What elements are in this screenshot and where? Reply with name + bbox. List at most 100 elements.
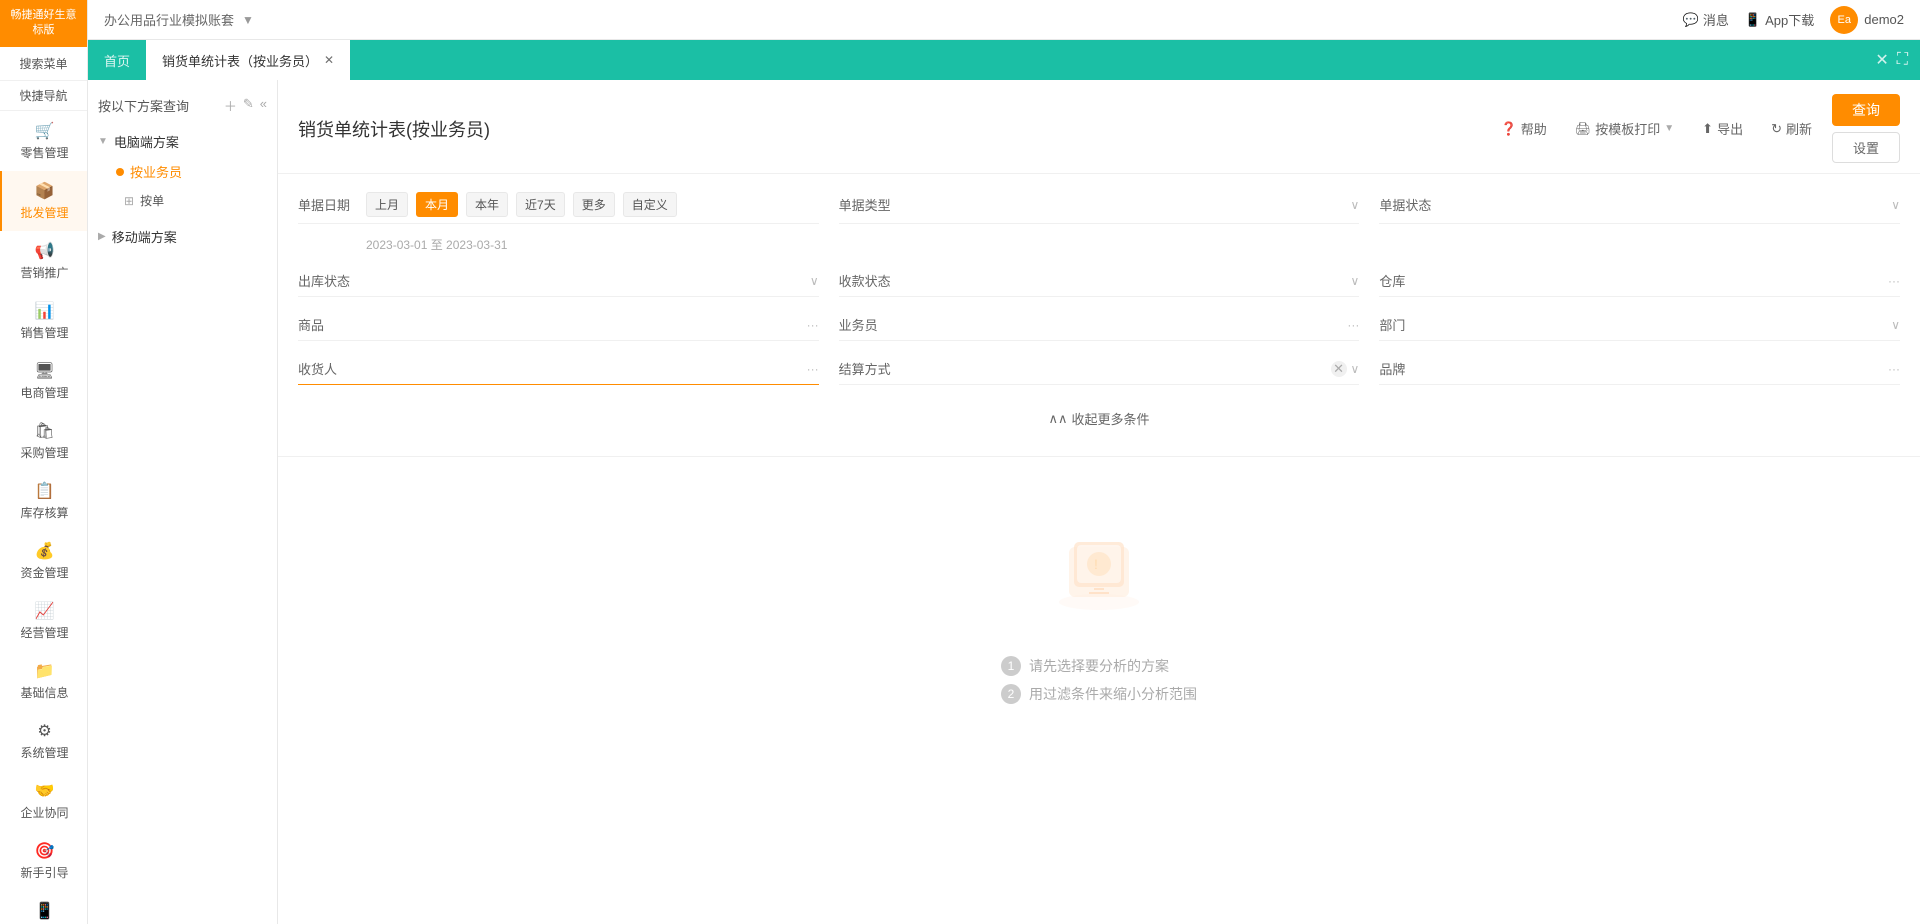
date-btn-more[interactable]: 更多 [573, 192, 615, 217]
sidebar-item-inventory[interactable]: 📋 库存核算 [0, 471, 87, 531]
settings-button[interactable]: 设置 [1832, 132, 1900, 163]
date-filter-cell: 单据日期 上月 本月 本年 近7天 更多 自定义 [298, 186, 819, 224]
message-btn[interactable]: 💬 消息 [1683, 10, 1729, 29]
by-salesperson-label: 按业务员 [130, 162, 182, 181]
by-order-label: 按单 [140, 192, 164, 209]
pc-scheme-group: ▼ 电脑端方案 按业务员 ⊞ 按单 [88, 123, 277, 218]
sidebar-item-label: 库存核算 [20, 504, 68, 521]
app-download-btn[interactable]: 📱 App下载 [1745, 10, 1814, 29]
app-download-label: App下载 [1765, 10, 1814, 29]
receiver-filter-cell: 收货人 ··· [298, 353, 819, 385]
salesperson-content[interactable]: ··· [907, 318, 1360, 332]
by-order-item[interactable]: ⊞ 按单 [88, 187, 277, 214]
goods-dots-icon: ··· [807, 318, 819, 332]
active-dot [116, 168, 124, 176]
tab-sales-report[interactable]: 销货单统计表（按业务员） ✕ [146, 40, 350, 80]
query-button[interactable]: 查询 [1832, 94, 1900, 126]
receiver-content[interactable]: ··· [366, 362, 819, 376]
left-panel-title: 按以下方案查询 [98, 96, 189, 115]
sidebar-item-label: 采购管理 [20, 444, 68, 461]
sidebar-logo[interactable]: 畅捷通好生意 标版 [0, 0, 87, 47]
sidebar-item-marketing[interactable]: 📢 营销推广 [0, 231, 87, 291]
collapse-filters-btn[interactable]: ∧∧ 收起更多条件 [1048, 401, 1149, 436]
close-window-icon[interactable]: ✕ [1875, 50, 1888, 70]
system-icon: ⚙ [37, 721, 51, 741]
pc-scheme-group-title[interactable]: ▼ 电脑端方案 [88, 127, 277, 156]
quick-nav[interactable]: 快捷导航 [0, 81, 87, 111]
search-menu[interactable]: 搜索菜单 [0, 47, 87, 81]
mobile-scheme-group-title[interactable]: ▶ 移动端方案 [88, 222, 277, 251]
empty-tips: 1 请先选择要分析的方案 2 用过滤条件来缩小分析范围 [1001, 656, 1197, 704]
mobile-scheme-group: ▶ 移动端方案 [88, 218, 277, 255]
date-filter-buttons: 上月 本月 本年 近7天 更多 自定义 [366, 192, 819, 217]
receiptstatus-filter-cell: 收款状态 ∨ [839, 265, 1360, 297]
sidebar-item-purchase[interactable]: 🛍 采购管理 [0, 411, 87, 471]
tab-close-icon[interactable]: ✕ [324, 53, 334, 67]
maximize-icon[interactable]: ⛶ [1897, 51, 1908, 69]
help-btn[interactable]: ❓ 帮助 [1493, 115, 1555, 142]
empty-tip-1: 1 请先选择要分析的方案 [1001, 656, 1197, 676]
sidebar-item-basic-info[interactable]: 📁 基础信息 [0, 651, 87, 711]
sidebar-item-label: 系统管理 [20, 744, 68, 761]
department-content[interactable]: ∨ [1447, 318, 1900, 332]
sidebar-item-label: 资金管理 [20, 564, 68, 581]
doctype-content[interactable]: ∨ [907, 198, 1360, 212]
breadcrumb-area: 办公用品行业模拟账套 ▼ [104, 10, 254, 29]
brand-filter-cell: 品牌 ··· [1379, 353, 1900, 385]
receiptstatus-content[interactable]: ∨ [907, 274, 1360, 288]
purchase-icon: 🛍 [34, 421, 54, 441]
goods-content[interactable]: ··· [366, 318, 819, 332]
edit-scheme-icon[interactable]: ✎ [243, 96, 254, 115]
collapse-up-icon: ∧∧ [1048, 411, 1067, 427]
add-scheme-icon[interactable]: ＋ [224, 96, 237, 115]
message-icon: 💬 [1683, 12, 1699, 28]
date-btn-thismonth[interactable]: 本月 [416, 192, 458, 217]
brand-content[interactable]: ··· [1447, 362, 1900, 376]
print-btn[interactable]: 🖨 按模板打印 ▼ [1567, 115, 1682, 142]
date-btn-7days[interactable]: 近7天 [516, 192, 565, 217]
date-btn-thisyear[interactable]: 本年 [466, 192, 508, 217]
docstatus-label: 单据状态 [1379, 195, 1439, 214]
sidebar-item-system[interactable]: ⚙ 系统管理 [0, 711, 87, 771]
sidebar-item-wholesale[interactable]: 📦 批发管理 [0, 171, 87, 231]
tab-sales-report-label: 销货单统计表（按业务员） [162, 51, 318, 70]
sidebar-item-guide[interactable]: 🎯 新手引导 [0, 831, 87, 891]
top-header-right: 💬 消息 📱 App下载 Ea demo2 [1683, 6, 1904, 34]
refresh-btn[interactable]: ↻ 刷新 [1763, 115, 1820, 142]
outstatus-content[interactable]: ∨ [366, 274, 819, 288]
sidebar-item-retail[interactable]: 🛒 零售管理 [0, 111, 87, 171]
date-btn-lastmonth[interactable]: 上月 [366, 192, 408, 217]
docstatus-dropdown-icon: ∨ [1891, 198, 1900, 212]
sidebar-item-finance[interactable]: 💰 资金管理 [0, 531, 87, 591]
receiver-dots-icon: ··· [807, 362, 819, 376]
expand-icon: ▼ [98, 136, 108, 147]
breadcrumb-dropdown[interactable]: ▼ [242, 13, 254, 27]
export-btn[interactable]: ⬆ 导出 [1694, 115, 1751, 142]
warehouse-content[interactable]: ··· [1447, 274, 1900, 288]
sidebar: 畅捷通好生意 标版 搜索菜单 快捷导航 🛒 零售管理 📦 批发管理 📢 营销推广… [0, 0, 88, 924]
salesperson-dots-icon: ··· [1347, 318, 1359, 332]
by-salesperson-item[interactable]: 按业务员 [88, 156, 277, 187]
print-label: 按模板打印 [1595, 119, 1660, 138]
right-panel: 销货单统计表(按业务员) ❓ 帮助 🖨 按模板打印 ▼ ⬆ 导出 [278, 80, 1920, 924]
sidebar-item-operations[interactable]: 📈 经营管理 [0, 591, 87, 651]
tabs-bar-right: ✕ ⛶ [1875, 50, 1920, 70]
doctype-label: 单据类型 [839, 195, 899, 214]
collapse-panel-icon[interactable]: « [260, 96, 267, 115]
sidebar-item-enterprise[interactable]: 🤝 企业协同 [0, 771, 87, 831]
sidebar-item-sales[interactable]: 📊 销售管理 [0, 291, 87, 351]
user-area[interactable]: Ea demo2 [1830, 6, 1904, 34]
sidebar-item-appcenter[interactable]: 📱 应用中心 [0, 891, 87, 924]
settlement-filter-cell: 结算方式 ✕ ∨ [839, 353, 1360, 385]
receiptstatus-dropdown-icon: ∨ [1351, 274, 1360, 288]
tab-home[interactable]: 首页 [88, 40, 146, 80]
retail-icon: 🛒 [35, 121, 55, 141]
guide-icon: 🎯 [35, 841, 55, 861]
settlement-dropdown-icon[interactable]: ∨ [1351, 362, 1360, 376]
sidebar-item-ecommerce[interactable]: 🖥 电商管理 [0, 351, 87, 411]
date-btn-custom[interactable]: 自定义 [623, 192, 677, 217]
docstatus-content[interactable]: ∨ [1447, 198, 1900, 212]
settlement-clear-icon[interactable]: ✕ [1331, 361, 1347, 377]
help-icon: ❓ [1501, 121, 1517, 137]
sidebar-nav: 🛒 零售管理 📦 批发管理 📢 营销推广 📊 销售管理 🖥 电商管理 🛍 采购管… [0, 111, 87, 924]
